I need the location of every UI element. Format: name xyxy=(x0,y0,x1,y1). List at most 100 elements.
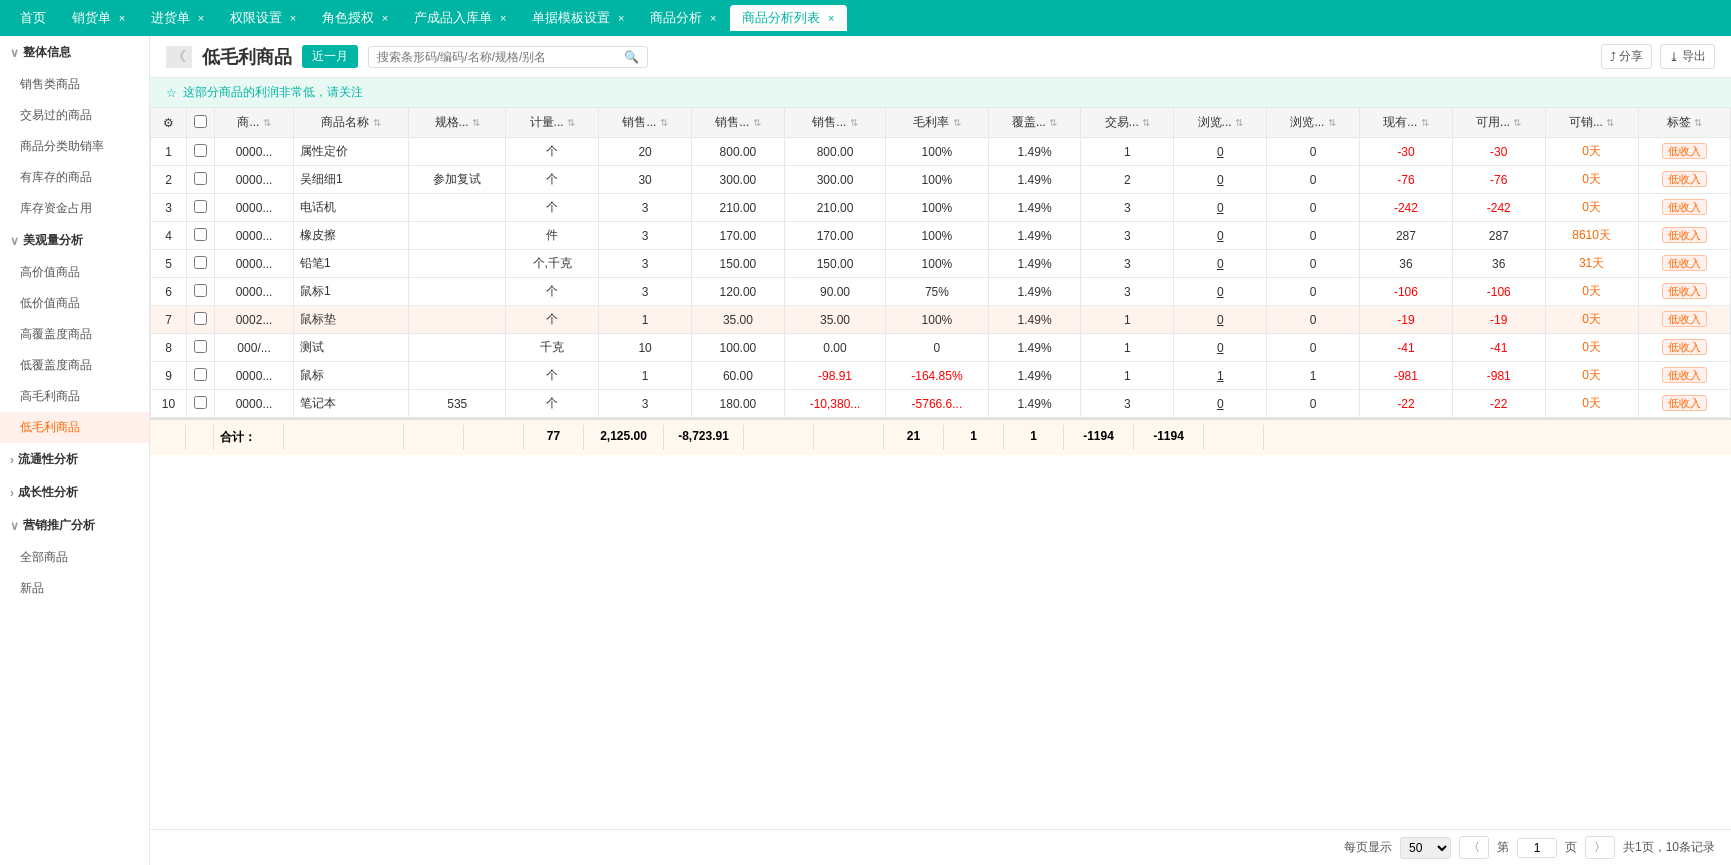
export-button[interactable]: ⤓ 导出 xyxy=(1660,44,1715,69)
sidebar-group-growth[interactable]: › 成长性分析 xyxy=(0,476,149,509)
close-icon[interactable]: × xyxy=(119,12,125,24)
row-select-checkbox[interactable] xyxy=(194,284,207,297)
row-view1[interactable]: 0 xyxy=(1174,194,1267,222)
nav-sales-order[interactable]: 销货单 × xyxy=(60,5,137,31)
row-view1[interactable]: 0 xyxy=(1174,278,1267,306)
nav-product-analysis[interactable]: 商品分析 × xyxy=(638,5,728,31)
close-icon[interactable]: × xyxy=(710,12,716,24)
row-checkbox[interactable] xyxy=(187,278,215,306)
prev-page-button[interactable]: 〈 xyxy=(1459,836,1489,859)
sidebar-group-overall[interactable]: ∨ 整体信息 xyxy=(0,36,149,69)
col-settings[interactable]: ⚙ xyxy=(151,108,187,138)
sidebar-item-low-coverage[interactable]: 低覆盖度商品 xyxy=(0,350,149,381)
col-view1[interactable]: 浏览... ⇅ xyxy=(1174,108,1267,138)
row-sales-qty: 1 xyxy=(599,362,692,390)
row-tag: 低收入 xyxy=(1638,166,1730,194)
col-saleable-days[interactable]: 可销... ⇅ xyxy=(1545,108,1638,138)
sidebar-item-new-products[interactable]: 新品 xyxy=(0,573,149,604)
row-view1[interactable]: 0 xyxy=(1174,250,1267,278)
col-current-stock[interactable]: 现有... ⇅ xyxy=(1360,108,1453,138)
sidebar-collapse-button[interactable]: 《 xyxy=(166,46,192,68)
nav-role-auth[interactable]: 角色授权 × xyxy=(310,5,400,31)
row-checkbox[interactable] xyxy=(187,166,215,194)
row-checkbox[interactable] xyxy=(187,334,215,362)
row-checkbox[interactable] xyxy=(187,138,215,166)
row-checkbox[interactable] xyxy=(187,250,215,278)
row-select-checkbox[interactable] xyxy=(194,396,207,409)
sidebar-item-stocked-products[interactable]: 有库存的商品 xyxy=(0,162,149,193)
row-checkbox[interactable] xyxy=(187,194,215,222)
close-icon[interactable]: × xyxy=(382,12,388,24)
close-icon[interactable]: × xyxy=(290,12,296,24)
col-view2[interactable]: 浏览... ⇅ xyxy=(1267,108,1360,138)
row-coverage: 1.49% xyxy=(988,194,1081,222)
close-icon[interactable]: × xyxy=(828,12,834,24)
nav-purchase-order[interactable]: 进货单 × xyxy=(139,5,216,31)
row-checkbox[interactable] xyxy=(187,306,215,334)
select-all-checkbox[interactable] xyxy=(194,115,207,128)
row-view1[interactable]: 1 xyxy=(1174,362,1267,390)
sidebar-item-stock-capital[interactable]: 库存资金占用 xyxy=(0,193,149,224)
sidebar-item-low-value[interactable]: 低价值商品 xyxy=(0,288,149,319)
close-icon[interactable]: × xyxy=(500,12,506,24)
col-checkbox[interactable] xyxy=(187,108,215,138)
col-gross-margin[interactable]: 毛利率 ⇅ xyxy=(886,108,988,138)
close-icon[interactable]: × xyxy=(198,12,204,24)
sidebar-item-high-value[interactable]: 高价值商品 xyxy=(0,257,149,288)
col-trade-count[interactable]: 交易... ⇅ xyxy=(1081,108,1174,138)
nav-template-settings[interactable]: 单据模板设置 × xyxy=(520,5,636,31)
col-code[interactable]: 商... ⇅ xyxy=(215,108,294,138)
row-select-checkbox[interactable] xyxy=(194,172,207,185)
row-sales-amount: 170.00 xyxy=(691,222,784,250)
row-select-checkbox[interactable] xyxy=(194,368,207,381)
row-gross-margin: 100% xyxy=(886,222,988,250)
row-view1[interactable]: 0 xyxy=(1174,166,1267,194)
row-view1[interactable]: 0 xyxy=(1174,306,1267,334)
page-number-input[interactable] xyxy=(1517,838,1557,858)
nav-permission-settings[interactable]: 权限设置 × xyxy=(218,5,308,31)
sidebar-item-high-coverage[interactable]: 高覆盖度商品 xyxy=(0,319,149,350)
share-button[interactable]: ⤴ 分享 xyxy=(1601,44,1652,69)
col-unit[interactable]: 计量... ⇅ xyxy=(506,108,599,138)
col-available-stock[interactable]: 可用... ⇅ xyxy=(1452,108,1545,138)
sidebar-item-traded-products[interactable]: 交易过的商品 xyxy=(0,100,149,131)
row-select-checkbox[interactable] xyxy=(194,144,207,157)
row-view1[interactable]: 0 xyxy=(1174,138,1267,166)
col-name[interactable]: 商品名称 ⇅ xyxy=(294,108,409,138)
sidebar-item-low-margin[interactable]: 低毛利商品 xyxy=(0,412,149,443)
row-sales-amount: 100.00 xyxy=(691,334,784,362)
nav-product-analysis-list[interactable]: 商品分析列表 × xyxy=(730,5,846,31)
col-sales-amount[interactable]: 销售... ⇅ xyxy=(691,108,784,138)
row-select-checkbox[interactable] xyxy=(194,256,207,269)
nav-home[interactable]: 首页 xyxy=(8,5,58,31)
sidebar-item-sales-products[interactable]: 销售类商品 xyxy=(0,69,149,100)
col-spec[interactable]: 规格... ⇅ xyxy=(409,108,506,138)
time-filter-button[interactable]: 近一月 xyxy=(302,45,358,68)
row-select-checkbox[interactable] xyxy=(194,200,207,213)
row-select-checkbox[interactable] xyxy=(194,228,207,241)
row-view1[interactable]: 0 xyxy=(1174,334,1267,362)
search-input[interactable] xyxy=(377,50,624,64)
col-coverage[interactable]: 覆盖... ⇅ xyxy=(988,108,1081,138)
sidebar-group-aesthetics[interactable]: ∨ 美观量分析 xyxy=(0,224,149,257)
sidebar-item-all-products[interactable]: 全部商品 xyxy=(0,542,149,573)
row-checkbox[interactable] xyxy=(187,222,215,250)
sidebar-group-circulation[interactable]: › 流通性分析 xyxy=(0,443,149,476)
row-checkbox[interactable] xyxy=(187,362,215,390)
col-sales-profit[interactable]: 销售... ⇅ xyxy=(784,108,885,138)
row-view1[interactable]: 0 xyxy=(1174,390,1267,418)
row-checkbox[interactable] xyxy=(187,390,215,418)
row-select-checkbox[interactable] xyxy=(194,312,207,325)
row-view1[interactable]: 0 xyxy=(1174,222,1267,250)
sidebar-group-marketing[interactable]: ∨ 营销推广分析 xyxy=(0,509,149,542)
close-icon[interactable]: × xyxy=(618,12,624,24)
per-page-select[interactable]: 50 100 200 xyxy=(1400,837,1451,859)
sidebar-item-high-margin[interactable]: 高毛利商品 xyxy=(0,381,149,412)
sidebar-item-category-sales-rate[interactable]: 商品分类助销率 xyxy=(0,131,149,162)
next-page-button[interactable]: 〉 xyxy=(1585,836,1615,859)
row-unit: 个 xyxy=(506,306,599,334)
nav-product-entry[interactable]: 产成品入库单 × xyxy=(402,5,518,31)
col-tag[interactable]: 标签 ⇅ xyxy=(1638,108,1730,138)
row-select-checkbox[interactable] xyxy=(194,340,207,353)
col-sales-qty[interactable]: 销售... ⇅ xyxy=(599,108,692,138)
